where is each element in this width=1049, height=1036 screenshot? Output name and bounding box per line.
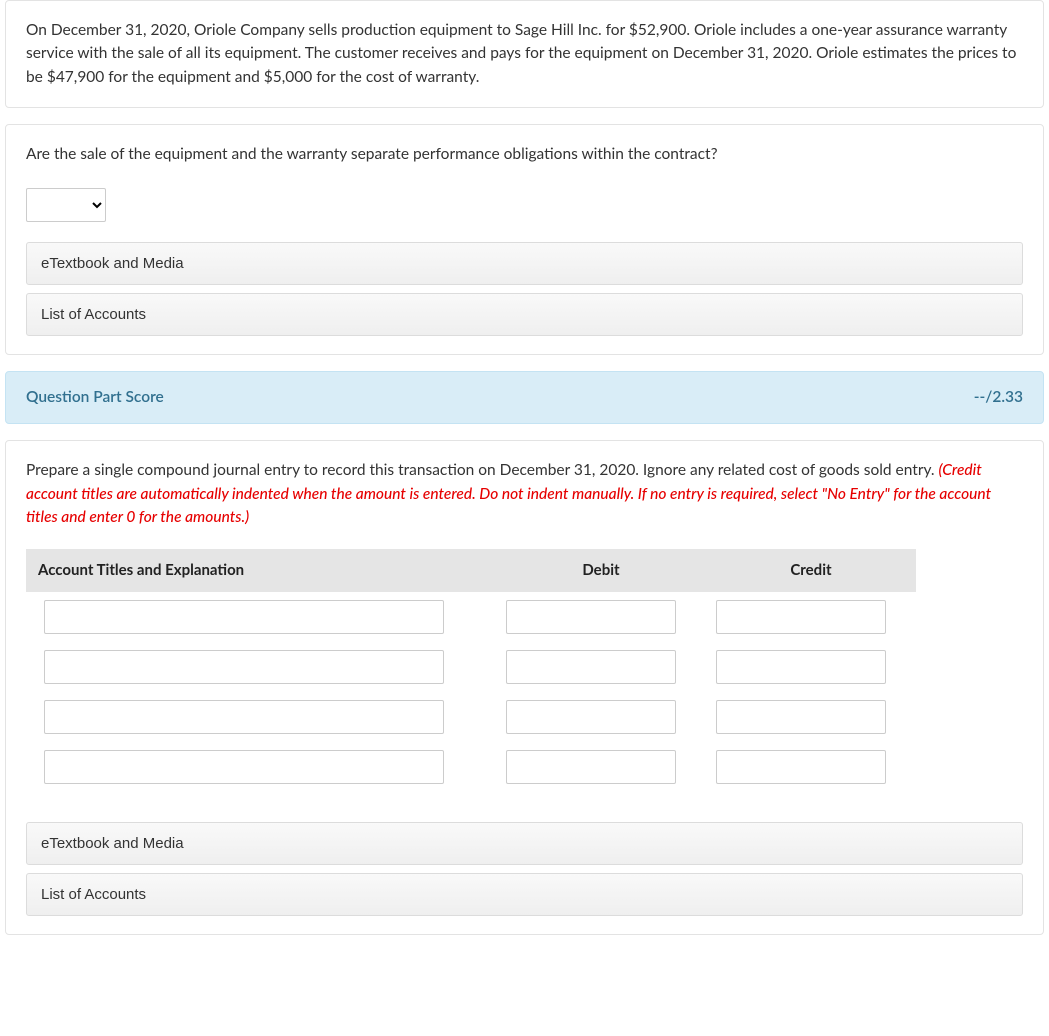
answer-select[interactable] — [26, 188, 106, 222]
list-of-accounts-button[interactable]: List of Accounts — [26, 293, 1023, 336]
part2-resources: eTextbook and Media List of Accounts — [26, 822, 1023, 916]
question-part2-card: Prepare a single compound journal entry … — [5, 440, 1044, 934]
credit-input[interactable] — [716, 750, 886, 784]
credit-input[interactable] — [716, 650, 886, 684]
credit-input[interactable] — [716, 700, 886, 734]
account-title-input[interactable] — [44, 650, 444, 684]
table-row — [26, 592, 916, 642]
table-row — [26, 742, 916, 792]
problem-statement-card: On December 31, 2020, Oriole Company sel… — [5, 0, 1044, 108]
table-row — [26, 642, 916, 692]
header-account: Account Titles and Explanation — [26, 549, 496, 592]
question-part-score-bar: Question Part Score --/2.33 — [5, 371, 1044, 424]
account-title-input[interactable] — [44, 600, 444, 634]
problem-text: On December 31, 2020, Oriole Company sel… — [26, 19, 1023, 89]
list-of-accounts-button[interactable]: List of Accounts — [26, 873, 1023, 916]
credit-input[interactable] — [716, 600, 886, 634]
question-part1-card: Are the sale of the equipment and the wa… — [5, 124, 1044, 355]
etextbook-media-button[interactable]: eTextbook and Media — [26, 242, 1023, 285]
score-value: --/2.33 — [974, 386, 1023, 409]
etextbook-media-button[interactable]: eTextbook and Media — [26, 822, 1023, 865]
header-debit: Debit — [496, 549, 706, 592]
debit-input[interactable] — [506, 750, 676, 784]
debit-input[interactable] — [506, 700, 676, 734]
account-title-input[interactable] — [44, 700, 444, 734]
header-credit: Credit — [706, 549, 916, 592]
debit-input[interactable] — [506, 650, 676, 684]
journal-entry-table: Account Titles and Explanation Debit Cre… — [26, 549, 916, 792]
question-part1-text: Are the sale of the equipment and the wa… — [26, 143, 1023, 166]
part2-instruction-main: Prepare a single compound journal entry … — [26, 461, 939, 479]
score-label: Question Part Score — [26, 386, 164, 409]
debit-input[interactable] — [506, 600, 676, 634]
table-row — [26, 692, 916, 742]
account-title-input[interactable] — [44, 750, 444, 784]
part2-instruction: Prepare a single compound journal entry … — [26, 459, 1023, 529]
